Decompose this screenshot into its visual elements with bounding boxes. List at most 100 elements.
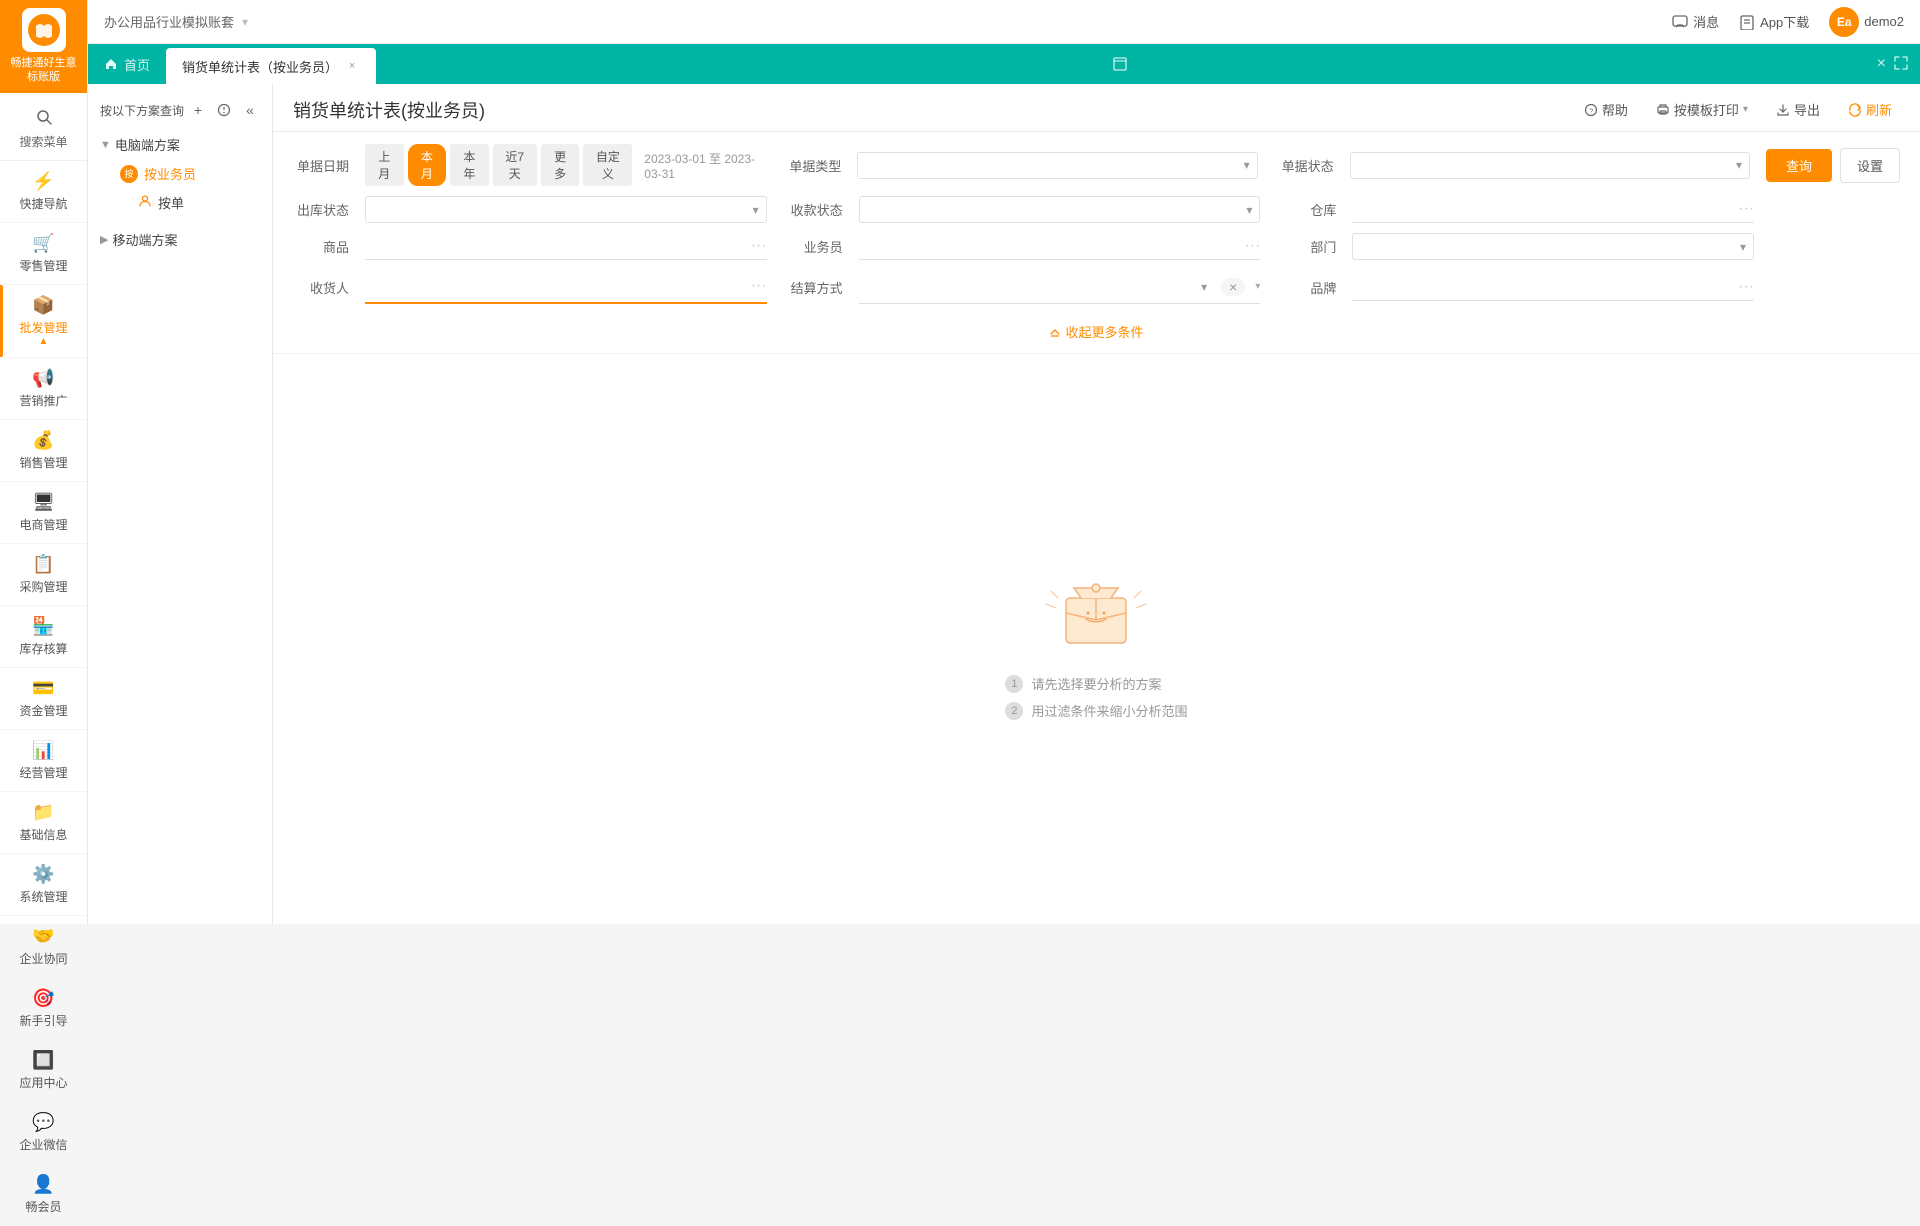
custom-btn[interactable]: 自定义 [583,144,632,186]
goods-dots: ··· [751,237,767,255]
sidebar-item-retail[interactable]: 🛒 零售管理 [0,223,87,285]
operations-icon: 📊 [32,740,54,761]
appstore-icon: 🔲 [32,1050,54,1071]
order-type-select[interactable] [857,152,1257,179]
sidebar-item-purchase[interactable]: 📋 采购管理 [0,544,87,606]
tag-close[interactable]: × [1229,280,1237,294]
more-btn[interactable]: 更多 [541,144,580,186]
help-icon: ? [1584,103,1598,117]
sidebar-item-wholesale[interactable]: 📦 批发管理 ▲ [0,285,87,358]
settlement-label: 结算方式 [783,278,843,297]
sidebar-item-basic[interactable]: 📁 基础信息 [0,792,87,854]
tab-close-window-button[interactable]: × [1877,55,1886,73]
print-button[interactable]: 按模板打印 ▾ [1648,96,1756,123]
sidebar-item-marketing[interactable]: 📢 营销推广 [0,358,87,420]
department-select[interactable] [1352,233,1754,260]
tab-sales-stat[interactable]: 销货单统计表（按业务员） × [166,48,376,84]
tip-row-1: 1 请先选择要分析的方案 [1005,674,1187,693]
left-panel-actions: + « [188,100,260,120]
last-month-btn[interactable]: 上月 [365,144,404,186]
last7-btn[interactable]: 近7天 [493,144,537,186]
sidebar-item-ecommerce[interactable]: 🖥 电商管理 [0,482,87,544]
add-scheme-button[interactable]: + [188,100,208,120]
logo-text: 畅捷通好生意 标账版 [11,56,77,85]
delivery-select-wrapper [365,196,767,223]
sales-icon: 💰 [32,430,54,451]
delivery-select[interactable] [365,196,767,223]
sidebar-item-newbie[interactable]: 🎯 新手引导 [0,978,87,1040]
collapse-panel-button[interactable]: « [240,100,260,120]
desktop-scheme-parent[interactable]: ▼ 电脑端方案 [88,130,272,159]
date-filter: 上月 本月 本年 近7天 更多 自定义 2023-03-01 至 2023-03… [365,144,765,186]
scheme-by-salesperson[interactable]: 按 按业务员 [88,159,272,188]
refresh-label: 刷新 [1866,100,1892,119]
sidebar-item-quick-nav[interactable]: ⚡ 快捷导航 [0,161,87,223]
sidebar: 畅捷通好生意 标账版 搜索菜单 ⚡ 快捷导航 🛒 零售管理 📦 批发管理 ▲ 📢… [0,0,88,924]
people-icon [138,194,152,211]
message-button[interactable]: 消息 [1672,12,1719,31]
sidebar-item-finance[interactable]: 💳 资金管理 [0,668,87,730]
wholesale-label: 批发管理 [19,319,67,336]
left-panel-header: 按以下方案查询 + « [88,94,272,126]
order-status-select-wrapper [1350,152,1750,179]
order-status-select[interactable] [1350,152,1750,179]
sidebar-item-inventory[interactable]: 🏪 库存核算 [0,606,87,668]
this-month-btn[interactable]: 本月 [408,144,447,186]
sidebar-item-sales[interactable]: 💰 销售管理 [0,420,87,482]
help-button[interactable]: ? 帮助 [1576,96,1636,123]
sidebar-item-wechat[interactable]: 💬 企业微信 [0,1102,87,1164]
mobile-scheme-parent[interactable]: ▶ 移动端方案 [88,225,272,254]
tab-maximize-button[interactable] [1112,56,1128,72]
department-label: 部门 [1276,237,1336,256]
payment-label: 收款状态 [783,200,843,219]
tab-close-button[interactable]: × [344,58,360,74]
newbie-icon: 🎯 [32,988,54,1009]
receiver-dots: ··· [751,277,767,295]
top-header: 办公用品行业模拟账套 ▾ 消息 App下载 Ea demo2 [88,0,1920,44]
wechat-label: 企业微信 [19,1136,67,1153]
sidebar-logo[interactable]: 畅捷通好生意 标账版 [0,0,87,93]
receiver-field: ··· [365,271,767,304]
export-icon [1776,103,1790,117]
system-label: 系统管理 [19,888,67,905]
scheme-by-order[interactable]: 按单 [88,188,272,217]
receiver-input[interactable] [365,275,751,298]
sidebar-item-operations[interactable]: 📊 经营管理 [0,730,87,792]
sidebar-item-appstore[interactable]: 🔲 应用中心 [0,1040,87,1102]
salesperson-dots: ··· [1244,237,1260,255]
svg-text:?: ? [1589,108,1593,115]
query-button[interactable]: 查询 [1766,149,1832,182]
setting-button[interactable]: 设置 [1840,148,1900,183]
goods-label: 商品 [293,237,349,256]
search-menu-item[interactable]: 搜索菜单 [0,93,87,161]
this-year-btn[interactable]: 本年 [450,144,489,186]
collapse-icon [1049,326,1061,338]
payment-select[interactable] [859,196,1261,223]
receiver-label: 收货人 [293,278,349,297]
sidebar-item-cooperation[interactable]: 🤝 企业协同 [0,916,87,978]
collapse-button[interactable]: 收起更多条件 [1049,322,1143,341]
sidebar-item-system[interactable]: ⚙️ 系统管理 [0,854,87,916]
quick-nav-label: 快捷导航 [19,195,67,212]
appstore-label: 应用中心 [19,1074,67,1091]
brand-field: ··· [1352,274,1754,301]
tab-home[interactable]: 首页 [88,44,166,84]
sidebar-item-member[interactable]: 👤 畅会员 [0,1164,87,1226]
refresh-button[interactable]: 刷新 [1840,96,1900,123]
tab-home-label: 首页 [124,55,150,74]
content-area: 按以下方案查询 + « ▼ 电脑端方案 按 按业务员 [88,84,1920,924]
by-order-label: 按单 [158,193,184,212]
tab-bar: 首页 销货单统计表（按业务员） × × [88,44,1920,84]
tip-num-1: 1 [1005,675,1023,693]
breadcrumb: 办公用品行业模拟账套 ▾ [104,12,248,31]
filter-row-4: 收货人 ··· 结算方式 × [293,270,1900,304]
edit-scheme-button[interactable] [214,100,234,120]
filter-row-2: 出库状态 收款状态 仓库 ··· [293,196,1900,223]
download-button[interactable]: App下载 [1739,12,1809,31]
user-profile[interactable]: Ea demo2 [1829,7,1904,37]
tab-fullscreen-button[interactable] [1894,56,1908,73]
settlement-select[interactable] [859,274,1215,299]
export-button[interactable]: 导出 [1768,96,1828,123]
order-type-select-wrapper [857,152,1257,179]
page-header: 销货单统计表(按业务员) ? 帮助 按模板打印 ▾ 导出 [273,84,1920,132]
